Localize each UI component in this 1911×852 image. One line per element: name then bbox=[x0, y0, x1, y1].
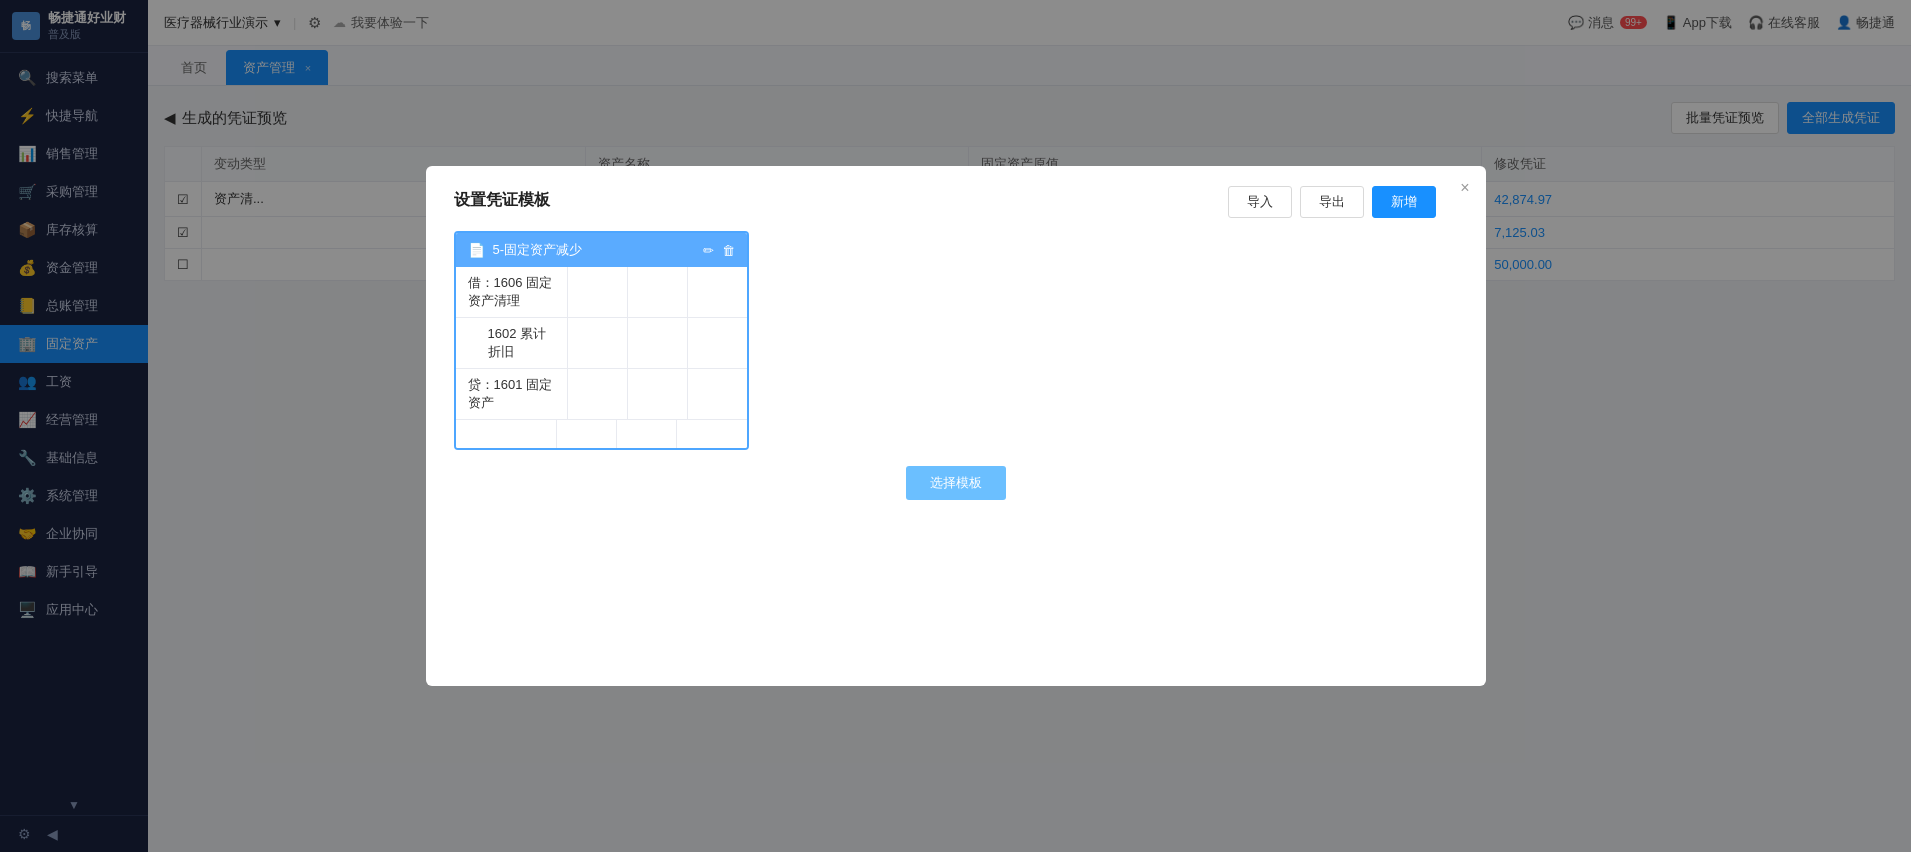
template-row3-col2 bbox=[567, 369, 627, 419]
template-card-icon: 📄 bbox=[468, 242, 485, 258]
new-btn[interactable]: 新增 bbox=[1372, 186, 1436, 218]
template-delete-icon[interactable]: 🗑 bbox=[722, 243, 735, 258]
template-row4-col3 bbox=[616, 420, 676, 448]
template-row2-col4 bbox=[687, 318, 747, 368]
template-row2-col2 bbox=[567, 318, 627, 368]
set-template-modal: 设置凭证模板 导入 导出 新增 × 📄 5-固定资产减少 ✏ 🗑 借：1606 … bbox=[426, 166, 1486, 686]
modal-overlay: 设置凭证模板 导入 导出 新增 × 📄 5-固定资产减少 ✏ 🗑 借：1606 … bbox=[0, 0, 1911, 852]
modal-title: 设置凭证模板 bbox=[454, 190, 550, 211]
template-row4-col4 bbox=[676, 420, 736, 448]
template-row-4 bbox=[456, 420, 747, 448]
modal-close-btn[interactable]: × bbox=[1460, 180, 1469, 196]
template-row-2: 1602 累计折旧 bbox=[456, 318, 747, 369]
export-btn[interactable]: 导出 bbox=[1300, 186, 1364, 218]
select-template-btn[interactable]: 选择模板 bbox=[906, 466, 1006, 500]
template-row3-col3 bbox=[627, 369, 687, 419]
template-row1-label: 借：1606 固定资产清理 bbox=[456, 267, 567, 317]
template-row1-col2 bbox=[567, 267, 627, 317]
template-row-3: 贷：1601 固定资产 bbox=[456, 369, 747, 420]
import-btn[interactable]: 导入 bbox=[1228, 186, 1292, 218]
template-card-body: 借：1606 固定资产清理 1602 累计折旧 贷：1601 固定资产 bbox=[456, 267, 747, 448]
template-row2-col3 bbox=[627, 318, 687, 368]
template-edit-icon[interactable]: ✏ bbox=[703, 243, 714, 258]
template-card-actions: ✏ 🗑 bbox=[703, 243, 735, 258]
template-card-title: 5-固定资产减少 bbox=[493, 241, 695, 259]
template-card-header: 📄 5-固定资产减少 ✏ 🗑 bbox=[456, 233, 747, 267]
template-row4-col2 bbox=[556, 420, 616, 448]
template-row2-label: 1602 累计折旧 bbox=[456, 318, 567, 368]
template-row1-col4 bbox=[687, 267, 747, 317]
template-row4-label bbox=[456, 420, 556, 448]
template-row1-col3 bbox=[627, 267, 687, 317]
template-card: 📄 5-固定资产减少 ✏ 🗑 借：1606 固定资产清理 1602 累计折旧 bbox=[454, 231, 749, 450]
template-row3-label: 贷：1601 固定资产 bbox=[456, 369, 567, 419]
modal-toolbar: 导入 导出 新增 bbox=[1228, 186, 1436, 218]
template-row3-col4 bbox=[687, 369, 747, 419]
template-row-1: 借：1606 固定资产清理 bbox=[456, 267, 747, 318]
